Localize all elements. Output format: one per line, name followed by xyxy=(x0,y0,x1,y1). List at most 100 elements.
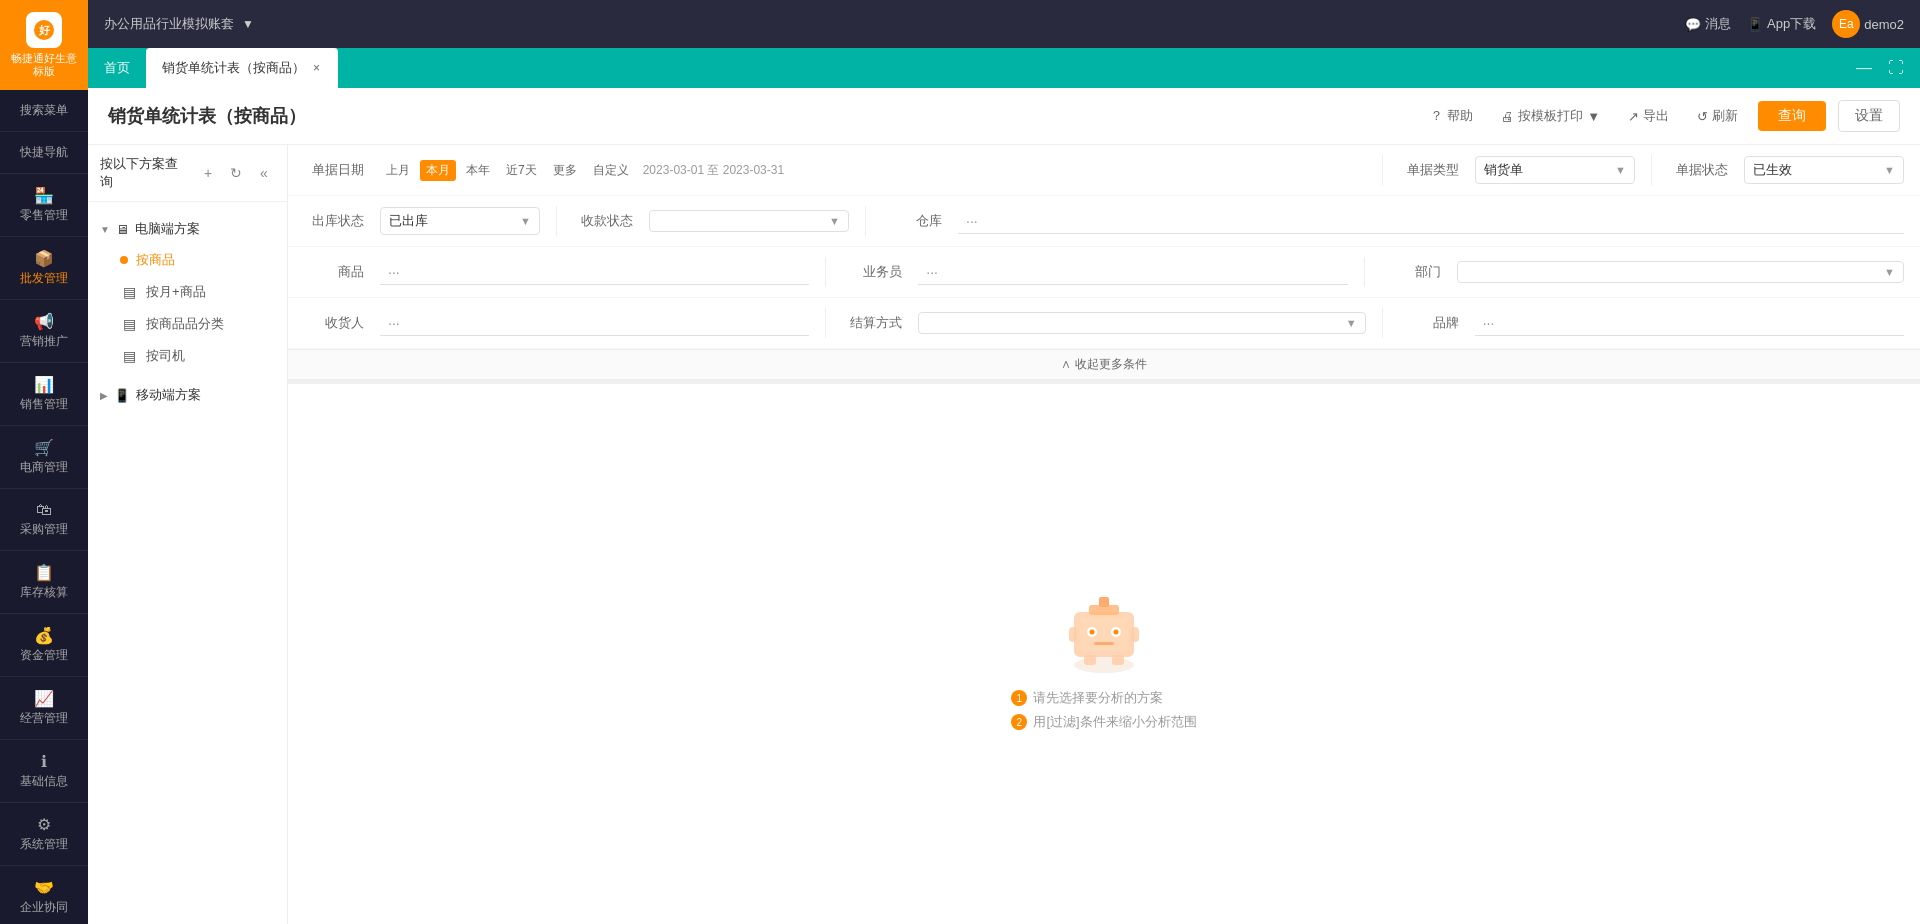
doc-status-select[interactable]: 已生效 ▼ xyxy=(1744,156,1904,184)
collect-status-arrow: ▼ xyxy=(829,215,840,227)
date-btn-last-month[interactable]: 上月 xyxy=(380,160,416,181)
sidebar-item-quicknav[interactable]: 快捷导航 xyxy=(0,132,88,174)
sidebar-item-purchase[interactable]: 🛍 采购管理 xyxy=(0,489,88,551)
sidebar-item-inventory[interactable]: 📋 库存核算 xyxy=(0,551,88,614)
purchase-icon: 🛍 xyxy=(36,501,52,519)
industry-dropdown[interactable]: ▼ xyxy=(242,17,254,31)
doc-type-label: 单据类型 xyxy=(1399,161,1459,179)
date-btn-more[interactable]: 更多 xyxy=(547,160,583,181)
receiver-input[interactable]: ··· xyxy=(380,311,809,336)
staff-input[interactable]: ··· xyxy=(918,260,1347,285)
doc-type-select[interactable]: 销货单 ▼ xyxy=(1475,156,1635,184)
sidebar-item-wholesale[interactable]: 📦 批发管理 xyxy=(0,237,88,300)
sidebar-item-marketing[interactable]: 📢 营销推广 xyxy=(0,300,88,363)
date-btn-custom[interactable]: 自定义 xyxy=(587,160,635,181)
message-icon: 💬 xyxy=(1685,17,1701,32)
sidebar-item-ecommerce[interactable]: 🛒 电商管理 xyxy=(0,426,88,489)
sidebar-item-collab-label: 企业协同 xyxy=(20,899,68,916)
active-dot xyxy=(120,256,128,264)
sidebar-item-management[interactable]: 📈 经营管理 xyxy=(0,677,88,740)
date-range-text: 2023-03-01 至 2023-03-31 xyxy=(643,162,784,179)
sidebar-item-system-label: 系统管理 xyxy=(20,836,68,853)
divider-8 xyxy=(1382,308,1383,338)
sidebar-item-finance[interactable]: 💰 资金管理 xyxy=(0,614,88,677)
sidebar-item-sales[interactable]: 📊 销售管理 xyxy=(0,363,88,426)
download-icon: 📱 xyxy=(1747,17,1763,32)
sales-report-tab-label: 销货单统计表（按商品） xyxy=(162,59,305,77)
sidebar: 好 畅捷通好生意 标版 搜索菜单 快捷导航 🏪 零售管理 📦 批发管理 📢 营销… xyxy=(0,0,88,924)
sidebar-item-system[interactable]: ⚙ 系统管理 xyxy=(0,803,88,866)
warehouse-input[interactable]: ··· xyxy=(958,209,1904,234)
page-title: 销货单统计表（按商品） xyxy=(108,104,306,140)
collapse-filters-button[interactable]: ∧ 收起更多条件 xyxy=(288,349,1920,379)
tab-minimize-button[interactable]: — xyxy=(1852,55,1876,81)
goods-dots[interactable]: ··· xyxy=(388,264,400,280)
scheme-item-by-category-label: 按商品品分类 xyxy=(146,315,224,333)
top-header-left: 办公用品行业模拟账套 ▼ xyxy=(104,15,254,33)
sidebar-item-retail-label: 零售管理 xyxy=(20,207,68,224)
doc-type-arrow: ▼ xyxy=(1615,164,1626,176)
scheme-panel: 按以下方案查询 + ↻ « ▼ 🖥 电脑端方案 xyxy=(88,145,288,924)
out-status-select[interactable]: 已出库 ▼ xyxy=(380,207,540,235)
date-btn-this-year[interactable]: 本年 xyxy=(460,160,496,181)
scheme-item-by-driver[interactable]: ▤ 按司机 xyxy=(88,340,287,372)
scheme-item-by-driver-label: 按司机 xyxy=(146,347,185,365)
user-avatar: Ea xyxy=(1832,10,1860,38)
print-dropdown-icon[interactable]: ▼ xyxy=(1587,109,1600,124)
brand-input[interactable]: ··· xyxy=(1475,311,1904,336)
payment-select[interactable]: ▼ xyxy=(918,312,1365,334)
svg-point-7 xyxy=(1089,630,1094,635)
message-button[interactable]: 💬 消息 xyxy=(1685,15,1731,33)
staff-dots[interactable]: ··· xyxy=(926,264,938,280)
brand-dots[interactable]: ··· xyxy=(1483,315,1495,331)
retail-icon: 🏪 xyxy=(34,186,54,205)
sidebar-item-collab[interactable]: 🤝 企业协同 xyxy=(0,866,88,924)
goods-input[interactable]: ··· xyxy=(380,260,809,285)
app-download-button[interactable]: 📱 App下载 xyxy=(1747,15,1816,33)
sidebar-item-baseinfo[interactable]: ℹ 基础信息 xyxy=(0,740,88,803)
content-area: 1 请先选择要分析的方案 2 用[过滤]条件来缩小分析范围 xyxy=(288,384,1920,924)
scheme-item-by-category[interactable]: ▤ 按商品品分类 xyxy=(88,308,287,340)
query-button[interactable]: 查询 xyxy=(1758,101,1826,131)
scheme-group-mobile-header[interactable]: ▶ 📱 移动端方案 xyxy=(88,380,287,410)
scheme-add-button[interactable]: + xyxy=(197,162,219,184)
tab-sales-report[interactable]: 销货单统计表（按商品） × xyxy=(146,48,338,88)
sidebar-item-search[interactable]: 搜索菜单 xyxy=(0,90,88,132)
scheme-group-desktop-header[interactable]: ▼ 🖥 电脑端方案 xyxy=(88,214,287,244)
scheme-collapse-button[interactable]: « xyxy=(253,162,275,184)
dept-select[interactable]: ▼ xyxy=(1457,261,1904,283)
collab-icon: 🤝 xyxy=(34,878,54,897)
scheme-item-by-month-goods[interactable]: ▤ 按月+商品 xyxy=(88,276,287,308)
collapse-label: ∧ 收起更多条件 xyxy=(1061,356,1146,373)
svg-point-2 xyxy=(1074,657,1134,673)
refresh-button[interactable]: ↺ 刷新 xyxy=(1689,103,1746,129)
collect-status-label: 收款状态 xyxy=(573,212,633,230)
sidebar-logo[interactable]: 好 畅捷通好生意 标版 xyxy=(0,0,88,90)
collect-status-select[interactable]: ▼ xyxy=(649,210,849,232)
help-button[interactable]: ？ 帮助 xyxy=(1422,103,1481,129)
sidebar-item-retail[interactable]: 🏪 零售管理 xyxy=(0,174,88,237)
sidebar-item-marketing-label: 营销推广 xyxy=(20,333,68,350)
print-button[interactable]: 🖨 按模板打印 ▼ xyxy=(1493,103,1608,129)
dept-label: 部门 xyxy=(1381,263,1441,281)
scheme-refresh-button[interactable]: ↻ xyxy=(225,162,247,184)
export-button[interactable]: ↗ 导出 xyxy=(1620,103,1677,129)
date-btn-last7days[interactable]: 近7天 xyxy=(500,160,543,181)
warehouse-dots[interactable]: ··· xyxy=(966,213,978,229)
sidebar-item-finance-label: 资金管理 xyxy=(20,647,68,664)
date-btn-this-month[interactable]: 本月 xyxy=(420,160,456,181)
tab-maximize-button[interactable]: ⛶ xyxy=(1884,55,1908,81)
user-menu[interactable]: Ea demo2 xyxy=(1832,10,1904,38)
tab-home[interactable]: 首页 xyxy=(88,48,146,88)
baseinfo-icon: ℹ xyxy=(41,752,47,771)
tabs-bar: 首页 销货单统计表（按商品） × — ⛶ xyxy=(88,48,1920,88)
home-tab-label: 首页 xyxy=(104,59,130,77)
wholesale-icon: 📦 xyxy=(34,249,54,268)
receiver-dots[interactable]: ··· xyxy=(388,315,400,331)
scheme-item-by-goods[interactable]: 按商品 xyxy=(88,244,287,276)
system-icon: ⚙ xyxy=(37,815,51,834)
payment-arrow: ▼ xyxy=(1346,317,1357,329)
goods-label: 商品 xyxy=(304,263,364,281)
tab-close-button[interactable]: × xyxy=(311,59,322,77)
settings-button[interactable]: 设置 xyxy=(1838,100,1900,132)
